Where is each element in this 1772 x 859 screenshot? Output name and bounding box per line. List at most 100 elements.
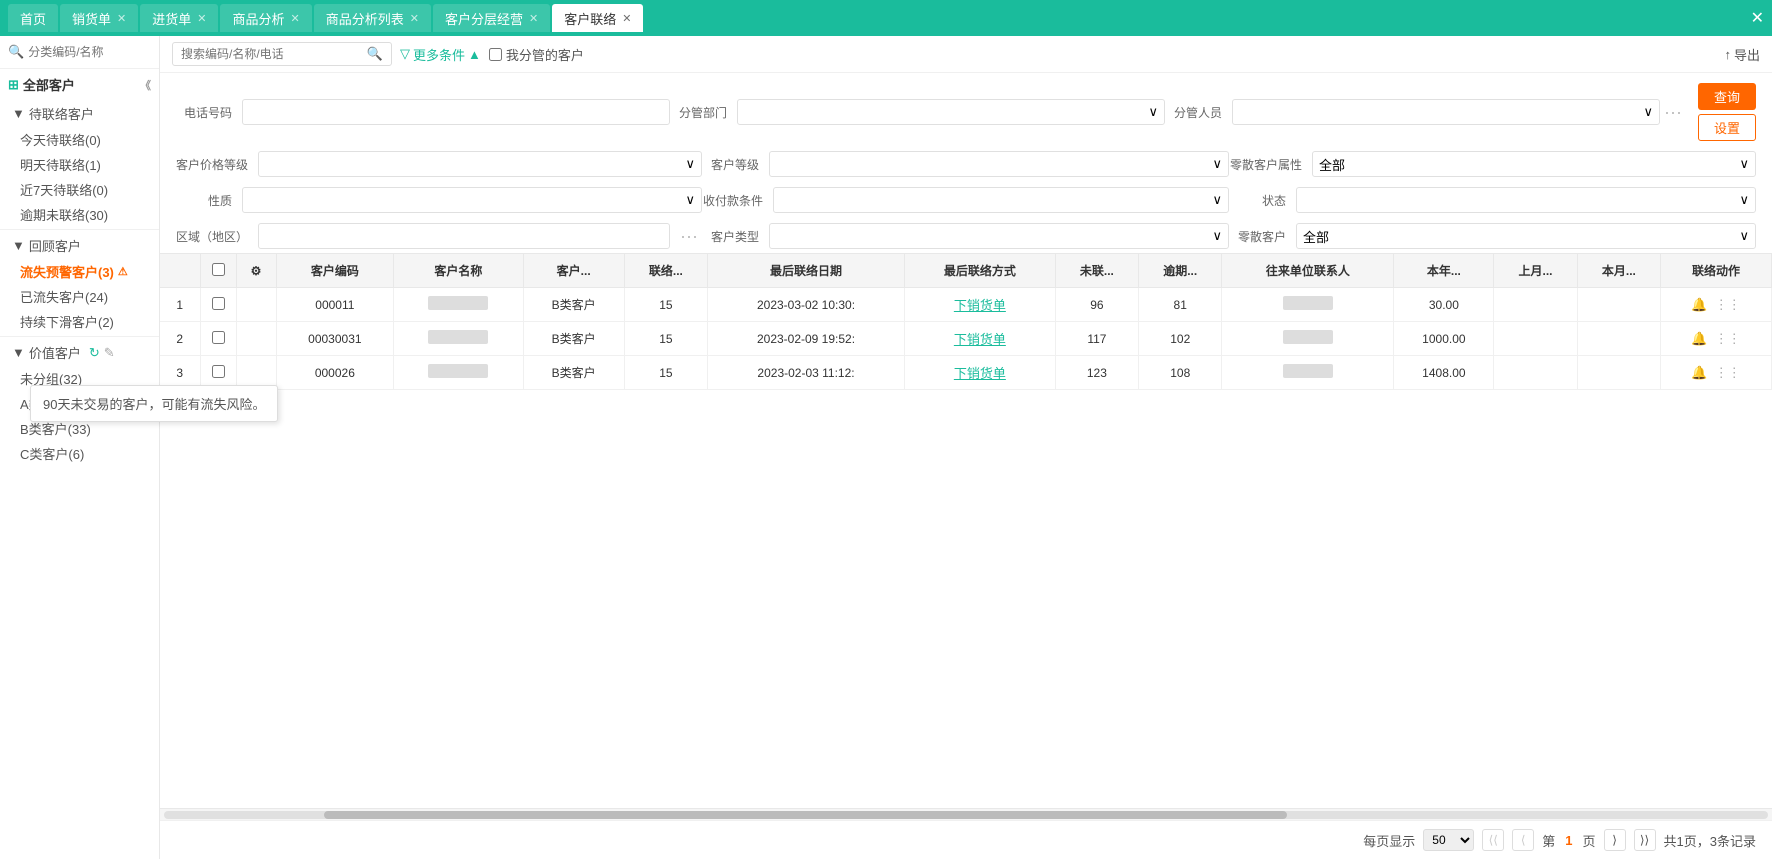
sidebar-item-churned-label: 已流失客户(24) [20,290,108,305]
action-icon-2[interactable]: ⋮⋮ [1715,331,1741,346]
last-way-link[interactable]: 下销货单 [954,332,1006,347]
filter-input-phone[interactable] [242,99,670,125]
chevron-down-icon-5: ∨ [1739,156,1749,172]
action-icon-1[interactable]: 🔔 [1691,331,1707,346]
tab-analysis-list[interactable]: 商品分析列表 ✕ [314,4,431,32]
sidebar-item-overdue[interactable]: 逾期未联络(30) [0,202,159,227]
filter-label-price-level: 客户价格等级 [176,156,252,173]
filter-select-status[interactable]: ∨ [1296,187,1756,213]
tab-customer-contact-close[interactable]: ✕ [622,12,631,25]
sidebar-item-tomorrow[interactable]: 明天待联络(1) [0,152,159,177]
action-icon-1[interactable]: 🔔 [1691,365,1707,380]
tab-analysis-close[interactable]: ✕ [291,12,300,25]
col-last-date-header: 最后联络日期 [708,254,905,288]
filter-more-region[interactable]: ··· [676,226,702,247]
filter-select-nature[interactable]: ∨ [242,187,702,213]
sidebar-item-declining[interactable]: 持续下滑客户(2) [0,309,159,334]
sidebar-item-churn-warning[interactable]: 流失预警客户(3) ⚠ [0,259,159,284]
sidebar-item-c-class[interactable]: C类客户(6) [0,441,159,466]
cell-last-way[interactable]: 下销货单 [905,356,1056,390]
cell-name [394,322,523,356]
filter-select-customer-type[interactable]: ∨ [769,223,1229,249]
filter-select-sparse-attr[interactable]: 全部 ∨ [1312,151,1756,177]
last-way-link[interactable]: 下销货单 [954,366,1006,381]
sidebar-group-review[interactable]: ▼ 回顾客户 [0,232,159,259]
filter-select-region[interactable] [258,223,670,249]
last-page-btn[interactable]: ⟩⟩ [1634,829,1656,851]
tab-analysis[interactable]: 商品分析 ✕ [220,4,311,32]
first-page-btn[interactable]: ⟨⟨ [1482,829,1504,851]
filter-cell-nature: 性质 ∨ [176,187,702,213]
row-checkbox[interactable] [212,331,225,344]
sidebar: 🔍 ⊞ 全部客户 《 ▼ 待联络客户 今天待联络(0) 明天待联络(1) 近7天… [0,36,160,859]
tab-customer-tier-close[interactable]: ✕ [529,12,538,25]
sidebar-item-7days[interactable]: 近7天待联络(0) [0,177,159,202]
arrow-down-icon-2: ▼ [12,238,25,253]
cell-overdue: 108 [1139,356,1222,390]
row-checkbox[interactable] [212,365,225,378]
next-page-btn[interactable]: ⟩ [1604,829,1626,851]
horizontal-scrollbar[interactable] [160,808,1772,820]
sidebar-item-today[interactable]: 今天待联络(0) [0,127,159,152]
refresh-icon[interactable]: ↻ [89,345,100,361]
sidebar-group-waiting[interactable]: ▼ 待联络客户 [0,100,159,127]
filter-cell-status: 状态 ∨ [1230,187,1756,213]
query-button[interactable]: 查询 [1698,83,1756,110]
tab-home[interactable]: 首页 [8,4,58,32]
window-close-button[interactable]: ✕ [1751,8,1764,28]
sidebar-group-value[interactable]: ▼ 价值客户 ↻ ✎ [0,339,159,366]
last-way-link[interactable]: 下销货单 [954,298,1006,313]
sidebar-root[interactable]: ⊞ 全部客户 《 [0,69,159,100]
settings-button[interactable]: 设置 [1698,114,1756,141]
filter-more-1[interactable]: ··· [1660,102,1686,123]
per-page-select[interactable]: 50 100 [1423,829,1474,851]
tab-purchase-close[interactable]: ✕ [197,12,206,25]
filter-cell-dept: 分管部门 ∨ [671,99,1165,125]
my-customer-checkbox[interactable] [489,48,502,61]
col-company-contact-header: 往来单位联系人 [1222,254,1394,288]
row-checkbox[interactable] [212,297,225,310]
tab-sales-close[interactable]: ✕ [117,12,126,25]
export-button[interactable]: ↑ 导出 [1724,45,1760,64]
cell-action: 🔔 ⋮⋮ [1661,356,1772,390]
tab-analysis-list-close[interactable]: ✕ [410,12,419,25]
cell-company-contact [1222,288,1394,322]
tab-customer-tier[interactable]: 客户分层经营 ✕ [433,4,550,32]
filter-select-dept[interactable]: ∨ [737,99,1165,125]
filter-select-sparse[interactable]: 全部 ∨ [1296,223,1756,249]
cell-contact: 15 [624,322,707,356]
action-icon-1[interactable]: 🔔 [1691,297,1707,312]
action-icon-2[interactable]: ⋮⋮ [1715,297,1741,312]
filter-select-customer-level[interactable]: ∨ [769,151,1229,177]
select-all-checkbox[interactable] [212,263,225,276]
edit-icon[interactable]: ✎ [104,345,115,361]
tab-sales[interactable]: 销货单 ✕ [60,4,138,32]
scrollbar-thumb[interactable] [324,811,1286,819]
cell-last-way[interactable]: 下销货单 [905,322,1056,356]
cell-level: B类客户 [523,356,624,390]
filter-label-status: 状态 [1230,192,1290,209]
cell-contact: 15 [624,356,707,390]
prev-page-btn[interactable]: ⟨ [1512,829,1534,851]
cell-gear [236,322,276,356]
tab-customer-contact[interactable]: 客户联络 ✕ [552,4,643,32]
sidebar-search-wrap: 🔍 [0,36,159,69]
tooltip-text: 90天未交易的客户，可能有流失风险。 [43,397,265,412]
chevron-down-icon-11: ∨ [1739,228,1749,244]
filter-select-price-level[interactable]: ∨ [258,151,702,177]
filter-select-payment[interactable]: ∨ [773,187,1229,213]
search-input[interactable] [181,47,363,61]
sidebar-item-churned[interactable]: 已流失客户(24) [0,284,159,309]
my-customer-checkbox-wrap[interactable]: 我分管的客户 [489,45,584,64]
sidebar-search-input[interactable] [28,45,160,59]
more-conditions-btn[interactable]: ▽ 更多条件 ▲ [400,45,481,64]
cell-level: B类客户 [523,322,624,356]
tab-purchase[interactable]: 进货单 ✕ [140,4,218,32]
cell-last-way[interactable]: 下销货单 [905,288,1056,322]
col-gear-header[interactable]: ⚙ [236,254,276,288]
action-icon-2[interactable]: ⋮⋮ [1715,365,1741,380]
tab-sales-label: 销货单 [72,9,111,28]
cell-gear [236,288,276,322]
filter-select-person[interactable]: ∨ [1232,99,1660,125]
filter-row-3: 性质 ∨ 收付款条件 ∨ [176,187,1756,213]
